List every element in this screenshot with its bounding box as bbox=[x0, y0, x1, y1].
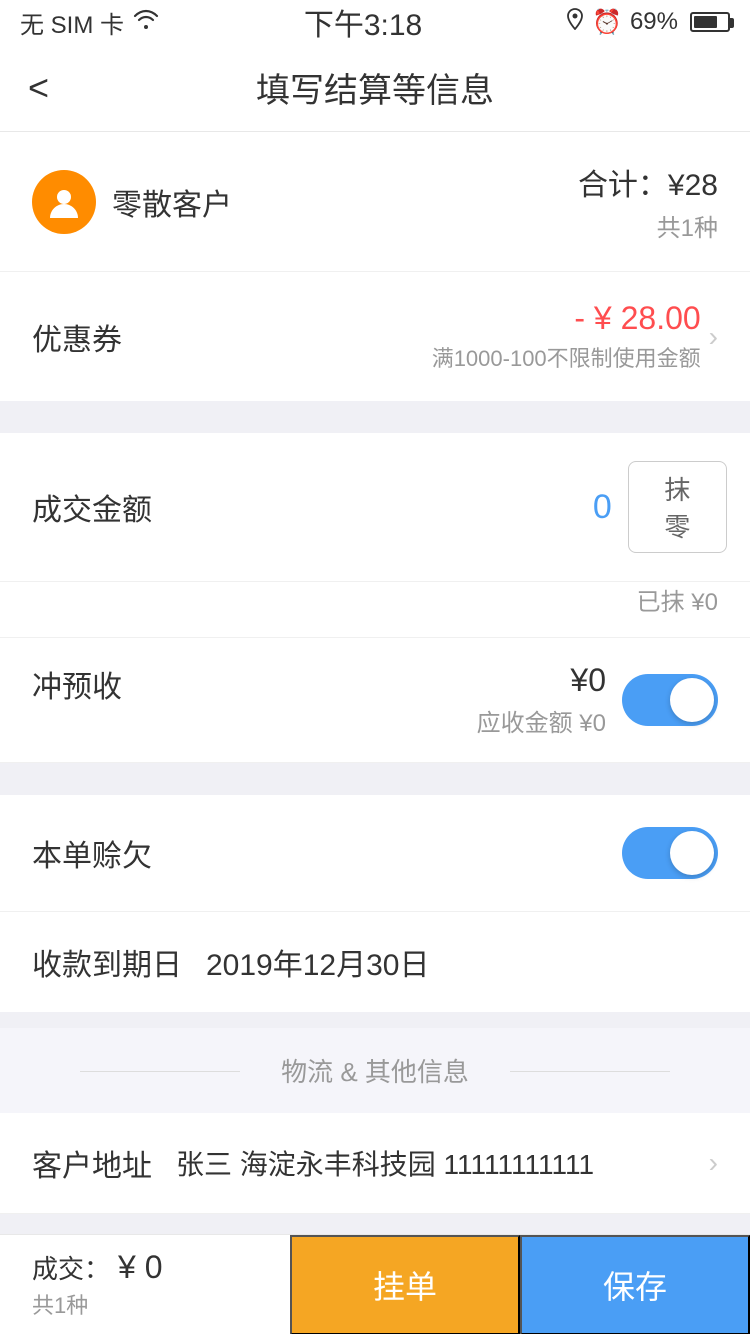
transaction-value-area: 抹零 bbox=[192, 461, 727, 553]
transaction-amount-input[interactable] bbox=[192, 488, 612, 527]
prepayment-right: ¥0 应收金额 ¥0 bbox=[477, 662, 718, 738]
bottom-bar: 成交： ¥ 0 共1种 挂单 保存 bbox=[0, 1234, 750, 1334]
status-time: 下午3:18 bbox=[304, 0, 422, 44]
nav-bar: < 填写结算等信息 bbox=[0, 44, 750, 132]
prepayment-sub: 应收金额 ¥0 bbox=[477, 703, 606, 738]
location-icon bbox=[566, 8, 584, 37]
prepayment-top: 冲预收 ¥0 应收金额 ¥0 bbox=[32, 662, 718, 738]
coupon-label: 优惠券 bbox=[32, 315, 122, 359]
bottom-amount: ¥ 0 bbox=[118, 1249, 162, 1286]
total-count: 共1种 bbox=[578, 208, 718, 243]
transaction-label: 成交金额 bbox=[32, 485, 192, 529]
customer-avatar bbox=[32, 170, 96, 234]
prepayment-amounts: ¥0 应收金额 ¥0 bbox=[477, 662, 606, 738]
coupon-row[interactable]: 优惠券 - ¥ 28.00 满1000-100不限制使用金额 › bbox=[0, 271, 750, 401]
due-date-value: 2019年12月30日 bbox=[206, 940, 429, 984]
address-chevron-icon: › bbox=[709, 1147, 718, 1179]
debit-row: 本单赊欠 bbox=[0, 795, 750, 911]
debit-label: 本单赊欠 bbox=[32, 831, 152, 875]
debit-toggle-knob bbox=[670, 831, 714, 875]
round-off-button[interactable]: 抹零 bbox=[628, 461, 727, 553]
coupon-value-wrapper: - ¥ 28.00 满1000-100不限制使用金额 bbox=[432, 300, 701, 373]
no-sim-text: 无 SIM 卡 bbox=[20, 5, 124, 40]
address-value: 张三 海淀永丰科技园 11111111111 bbox=[176, 1143, 685, 1183]
logistics-section: 物流 & 其他信息 客户地址 张三 海淀永丰科技园 11111111111 › bbox=[0, 1028, 750, 1214]
page-title: 填写结算等信息 bbox=[256, 63, 494, 112]
debit-section: 本单赊欠 收款到期日 2019年12月30日 bbox=[0, 795, 750, 1012]
divider-2 bbox=[0, 779, 750, 795]
wifi-icon bbox=[132, 8, 160, 36]
divider-1 bbox=[0, 417, 750, 433]
customer-total: 合计：¥28 共1种 bbox=[578, 160, 718, 243]
status-bar: 无 SIM 卡 下午3:18 ⏰ 69% bbox=[0, 0, 750, 44]
coupon-amount: - ¥ 28.00 bbox=[432, 300, 701, 337]
bottom-transaction-label: 成交： bbox=[32, 1249, 110, 1286]
address-row[interactable]: 客户地址 张三 海淀永丰科技园 11111111111 › bbox=[0, 1113, 750, 1214]
prepayment-amount: ¥0 bbox=[477, 662, 606, 699]
back-button[interactable]: < bbox=[28, 67, 49, 109]
customer-section: 零散客户 合计：¥28 共1种 优惠券 - ¥ 28.00 满1000-100不… bbox=[0, 132, 750, 401]
customer-info: 零散客户 bbox=[32, 170, 232, 234]
transaction-row: 成交金额 抹零 bbox=[0, 433, 750, 582]
logistics-label: 物流 & 其他信息 bbox=[281, 1057, 469, 1087]
due-date-label: 收款到期日 bbox=[32, 940, 182, 984]
customer-name: 零散客户 bbox=[112, 180, 232, 224]
debit-toggle[interactable] bbox=[622, 827, 718, 879]
already-rounded-text: 已抹 ¥0 bbox=[637, 589, 718, 616]
bottom-info: 成交： ¥ 0 共1种 bbox=[0, 1249, 290, 1320]
battery-icon bbox=[690, 12, 730, 32]
toggle-knob bbox=[670, 678, 714, 722]
bottom-transaction-row: 成交： ¥ 0 bbox=[32, 1249, 258, 1286]
address-label: 客户地址 bbox=[32, 1141, 152, 1185]
prepayment-row: 冲预收 ¥0 应收金额 ¥0 bbox=[0, 638, 750, 763]
customer-row: 零散客户 合计：¥28 共1种 bbox=[0, 132, 750, 271]
coupon-right: - ¥ 28.00 满1000-100不限制使用金额 › bbox=[432, 300, 718, 373]
hang-order-button[interactable]: 挂单 bbox=[290, 1235, 520, 1334]
divider-3 bbox=[0, 1012, 750, 1028]
bottom-count: 共1种 bbox=[32, 1288, 258, 1320]
coupon-desc: 满1000-100不限制使用金额 bbox=[432, 341, 701, 373]
battery-percent: 69% bbox=[630, 8, 678, 36]
due-date-row: 收款到期日 2019年12月30日 bbox=[0, 911, 750, 1012]
save-button[interactable]: 保存 bbox=[520, 1235, 750, 1334]
transaction-section: 成交金额 抹零 已抹 ¥0 冲预收 ¥0 应收金额 ¥0 bbox=[0, 433, 750, 763]
status-left: 无 SIM 卡 bbox=[20, 5, 160, 40]
status-right: ⏰ 69% bbox=[566, 8, 730, 37]
logistics-header: 物流 & 其他信息 bbox=[0, 1028, 750, 1113]
coupon-chevron-icon: › bbox=[709, 321, 718, 353]
total-amount: 合计：¥28 bbox=[578, 160, 718, 204]
alarm-icon: ⏰ bbox=[592, 8, 622, 37]
prepayment-toggle[interactable] bbox=[622, 674, 718, 726]
prepayment-label: 冲预收 bbox=[32, 662, 192, 706]
